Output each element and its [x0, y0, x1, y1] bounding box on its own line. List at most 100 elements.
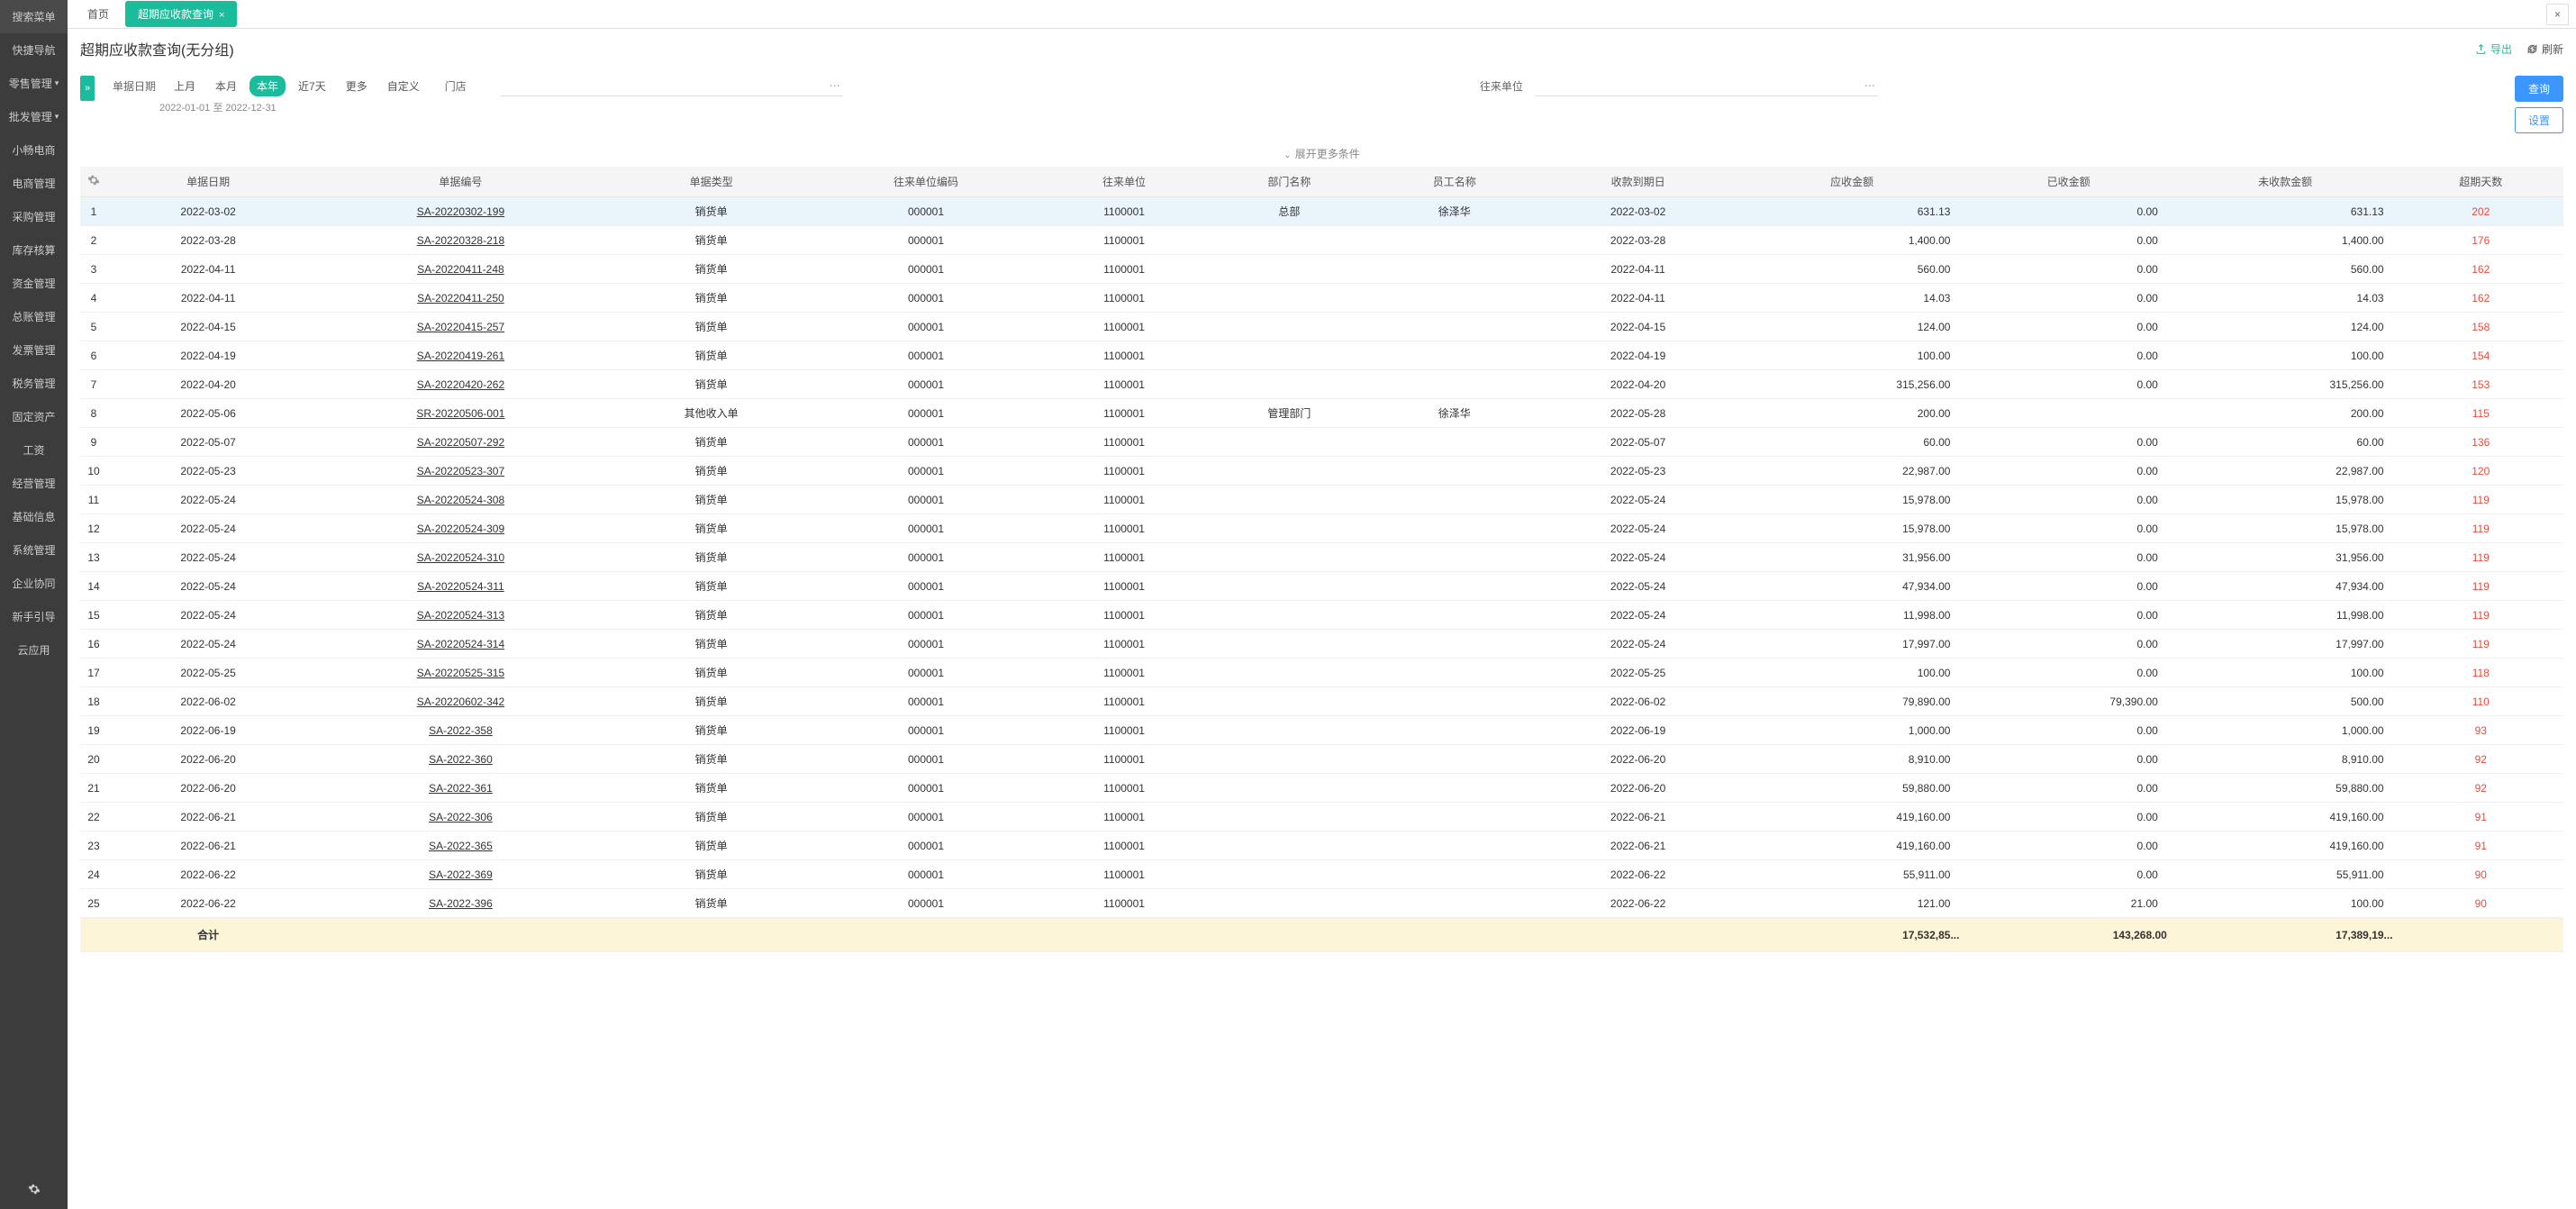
document-link[interactable]: SA-20220302-199	[417, 205, 504, 218]
document-link[interactable]: SA-20220524-314	[417, 638, 504, 650]
table-row[interactable]: 222022-06-21SA-2022-306销货单00000111000012…	[80, 803, 2563, 832]
document-link[interactable]: SA-20220415-257	[417, 321, 504, 333]
cell[interactable]: SA-20220524-309	[309, 514, 612, 543]
column-header-10[interactable]: 未收款金额	[2172, 167, 2399, 197]
sidebar-item-12[interactable]: 固定资产	[0, 400, 68, 433]
store-input[interactable]: ⋯	[501, 76, 843, 96]
document-link[interactable]: SA-2022-361	[429, 782, 493, 795]
table-row[interactable]: 252022-06-22SA-2022-396销货单00000111000012…	[80, 889, 2563, 918]
column-header-0[interactable]: 单据日期	[107, 167, 309, 197]
cell[interactable]: SA-20220602-342	[309, 687, 612, 716]
document-link[interactable]: SA-20220411-250	[417, 292, 504, 305]
column-header-7[interactable]: 收款到期日	[1537, 167, 1738, 197]
column-settings-button[interactable]	[80, 167, 107, 197]
table-row[interactable]: 92022-05-07SA-20220507-292销货单00000111000…	[80, 428, 2563, 457]
date-option-0[interactable]: 上月	[167, 76, 203, 96]
sidebar-item-9[interactable]: 总账管理	[0, 300, 68, 333]
date-option-2[interactable]: 本年	[249, 76, 286, 96]
sidebar-item-14[interactable]: 经营管理	[0, 467, 68, 500]
sidebar-item-10[interactable]: 发票管理	[0, 333, 68, 367]
document-link[interactable]: SA-20220524-311	[417, 580, 504, 593]
document-link[interactable]: SA-20220524-310	[417, 551, 504, 564]
document-link[interactable]: SA-2022-365	[429, 840, 493, 852]
date-option-5[interactable]: 自定义	[380, 76, 427, 96]
table-row[interactable]: 122022-05-24SA-20220524-309销货单0000011100…	[80, 514, 2563, 543]
column-header-3[interactable]: 往来单位编码	[811, 167, 1042, 197]
cell[interactable]: SA-2022-306	[309, 803, 612, 832]
refresh-button[interactable]: 刷新	[2526, 41, 2563, 57]
cell[interactable]: SA-20220411-248	[309, 255, 612, 284]
document-link[interactable]: SA-2022-306	[429, 811, 493, 823]
tab-close-all-button[interactable]: ×	[2546, 4, 2569, 25]
table-row[interactable]: 52022-04-15SA-20220415-257销货单00000111000…	[80, 313, 2563, 341]
table-row[interactable]: 32022-04-11SA-20220411-248销货单00000111000…	[80, 255, 2563, 284]
cell[interactable]: SA-20220524-313	[309, 601, 612, 630]
cell[interactable]: SA-20220415-257	[309, 313, 612, 341]
column-header-5[interactable]: 部门名称	[1207, 167, 1372, 197]
column-header-6[interactable]: 员工名称	[1372, 167, 1537, 197]
cell[interactable]: SA-20220524-311	[309, 572, 612, 601]
tab-0[interactable]: 首页	[75, 1, 122, 27]
collapse-filter-button[interactable]: »	[80, 76, 95, 101]
document-link[interactable]: SR-20220506-001	[416, 407, 504, 420]
cell[interactable]: SA-20220302-199	[309, 197, 612, 226]
table-row[interactable]: 12022-03-02SA-20220302-199销货单00000111000…	[80, 197, 2563, 226]
export-button[interactable]: 导出	[2475, 41, 2512, 57]
search-button[interactable]: 查询	[2515, 76, 2563, 102]
column-header-8[interactable]: 应收金额	[1739, 167, 1965, 197]
document-link[interactable]: SA-20220419-261	[417, 350, 504, 362]
table-row[interactable]: 192022-06-19SA-2022-358销货单00000111000012…	[80, 716, 2563, 745]
document-link[interactable]: SA-20220523-307	[417, 465, 504, 477]
table-row[interactable]: 152022-05-24SA-20220524-313销货单0000011100…	[80, 601, 2563, 630]
column-header-11[interactable]: 超期天数	[2399, 167, 2563, 197]
column-header-9[interactable]: 已收金额	[1964, 167, 2172, 197]
document-link[interactable]: SA-20220328-218	[417, 234, 504, 247]
settings-button[interactable]: 设置	[2515, 107, 2563, 133]
table-row[interactable]: 182022-06-02SA-20220602-342销货单0000011100…	[80, 687, 2563, 716]
cell[interactable]: SA-20220525-315	[309, 659, 612, 687]
cell[interactable]: SA-20220411-250	[309, 284, 612, 313]
table-row[interactable]: 112022-05-24SA-20220524-308销货单0000011100…	[80, 486, 2563, 514]
table-row[interactable]: 232022-06-21SA-2022-365销货单00000111000012…	[80, 832, 2563, 860]
sidebar-item-15[interactable]: 基础信息	[0, 500, 68, 533]
store-picker-icon[interactable]: ⋯	[830, 79, 841, 92]
sidebar-item-11[interactable]: 税务管理	[0, 367, 68, 400]
table-row[interactable]: 22022-03-28SA-20220328-218销货单00000111000…	[80, 226, 2563, 255]
document-link[interactable]: SA-20220525-315	[417, 667, 504, 679]
table-row[interactable]: 162022-05-24SA-20220524-314销货单0000011100…	[80, 630, 2563, 659]
document-link[interactable]: SA-20220507-292	[417, 436, 504, 449]
date-option-3[interactable]: 近7天	[291, 76, 333, 96]
document-link[interactable]: SA-20220420-262	[417, 378, 504, 391]
cell[interactable]: SA-20220523-307	[309, 457, 612, 486]
sidebar-item-17[interactable]: 企业协同	[0, 567, 68, 600]
cell[interactable]: SA-20220507-292	[309, 428, 612, 457]
document-link[interactable]: SA-20220411-248	[417, 263, 504, 276]
document-link[interactable]: SA-20220602-342	[417, 695, 504, 708]
table-row[interactable]: 132022-05-24SA-20220524-310销货单0000011100…	[80, 543, 2563, 572]
sidebar-item-19[interactable]: 云应用	[0, 633, 68, 667]
sidebar-item-2[interactable]: 零售管理▾	[0, 67, 68, 100]
column-header-4[interactable]: 往来单位	[1041, 167, 1206, 197]
document-link[interactable]: SA-20220524-308	[417, 494, 504, 506]
table-row[interactable]: 42022-04-11SA-20220411-250销货单00000111000…	[80, 284, 2563, 313]
close-icon[interactable]: ×	[219, 10, 224, 21]
document-link[interactable]: SA-20220524-309	[417, 523, 504, 535]
cell[interactable]: SA-20220524-310	[309, 543, 612, 572]
sidebar-item-8[interactable]: 资金管理	[0, 267, 68, 300]
sidebar-item-4[interactable]: 小畅电商	[0, 133, 68, 167]
table-row[interactable]: 242022-06-22SA-2022-369销货单00000111000012…	[80, 860, 2563, 889]
sidebar-item-13[interactable]: 工资	[0, 433, 68, 467]
cell[interactable]: SA-20220420-262	[309, 370, 612, 399]
expand-conditions-button[interactable]: ⌄展开更多条件	[68, 141, 2576, 167]
cell[interactable]: SA-2022-396	[309, 889, 612, 918]
cell[interactable]: SA-20220419-261	[309, 341, 612, 370]
cell[interactable]: SA-20220524-308	[309, 486, 612, 514]
table-row[interactable]: 212022-06-20SA-2022-361销货单00000111000012…	[80, 774, 2563, 803]
table-row[interactable]: 102022-05-23SA-20220523-307销货单0000011100…	[80, 457, 2563, 486]
document-link[interactable]: SA-2022-360	[429, 753, 493, 766]
cell[interactable]: SA-20220524-314	[309, 630, 612, 659]
sidebar-item-7[interactable]: 库存核算	[0, 233, 68, 267]
sidebar-item-0[interactable]: 搜索菜单	[0, 0, 68, 33]
column-header-2[interactable]: 单据类型	[612, 167, 811, 197]
table-row[interactable]: 82022-05-06SR-20220506-001其他收入单000001110…	[80, 399, 2563, 428]
